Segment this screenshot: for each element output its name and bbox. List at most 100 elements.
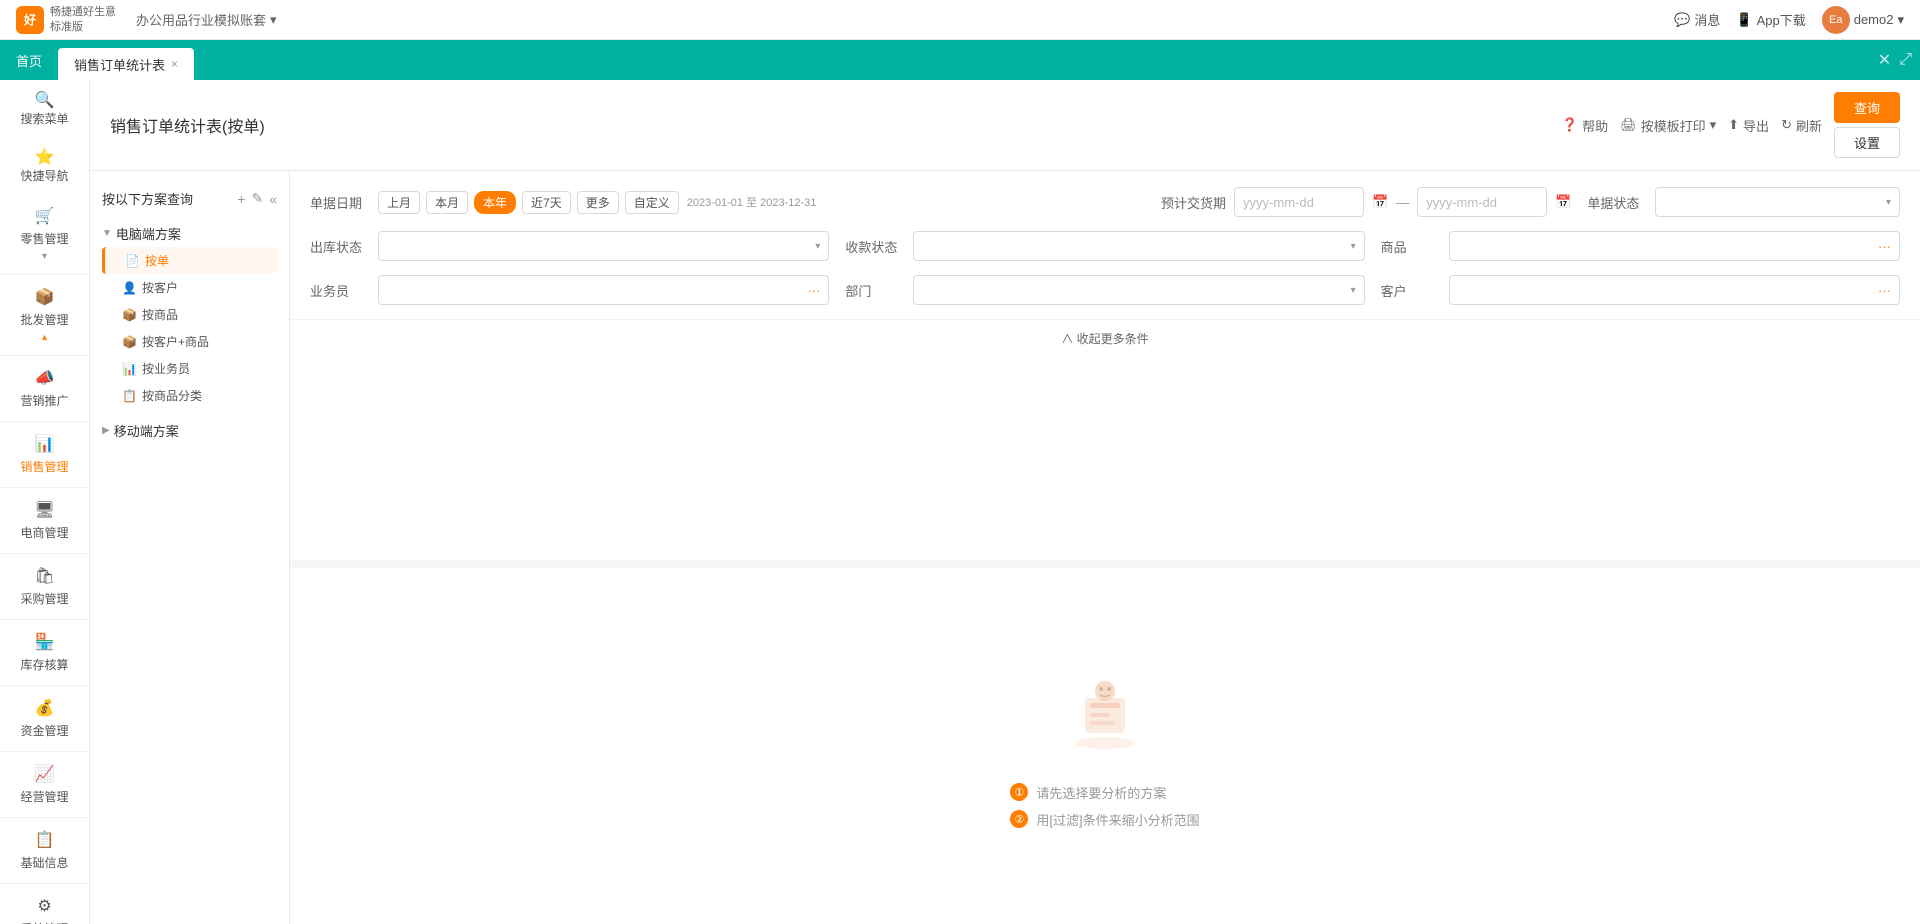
chevron-down-icon: ▾ [42, 251, 47, 262]
scheme-item-by-product[interactable]: 📦 按商品 [102, 301, 277, 328]
chevron-up-icon: ▴ [42, 332, 47, 343]
date-btn-this-month[interactable]: 本月 [426, 191, 468, 214]
tab-home[interactable]: 首页 [0, 40, 58, 80]
sidebar-item-ecommerce[interactable]: 🖥 电商管理 [0, 488, 89, 554]
date-btn-more[interactable]: 更多 [577, 191, 619, 214]
finance-icon: 💰 [35, 698, 55, 718]
sidebar-item-wholesale[interactable]: 📦 批发管理 ▴ [0, 275, 89, 356]
department-select[interactable]: ▾ [913, 275, 1364, 305]
expected-date-end-input[interactable] [1417, 187, 1547, 217]
customer-label: 客户 [1381, 281, 1441, 300]
sidebar-item-purchase[interactable]: 🛍 采购管理 [0, 554, 89, 620]
order-icon: 📄 [125, 254, 139, 268]
main-layout: 🔍 搜索菜单 ⭐ 快捷导航 🛒 零售管理 ▾ 📦 批发管理 ▴ 📣 营销推广 📊… [0, 80, 1920, 924]
customer-select[interactable]: ··· [1449, 275, 1900, 305]
out-status-select[interactable]: ▾ [378, 231, 829, 261]
export-icon: ⬆ [1728, 117, 1739, 133]
sidebar-item-system[interactable]: ⚙ 系统管理 [0, 884, 89, 924]
calendar-icon-2[interactable]: 📅 [1555, 194, 1571, 210]
date-btn-last-month[interactable]: 上月 [378, 191, 420, 214]
print-btn[interactable]: 🖨 按模板打印 ▾ [1620, 116, 1716, 135]
maximize-icon[interactable]: ⤢ [1899, 51, 1912, 69]
product-category-icon: 📋 [122, 389, 136, 403]
order-status-label: 单据状态 [1587, 193, 1647, 212]
page-header: 销售订单统计表(按单) ❓ 帮助 🖨 按模板打印 ▾ ⬆ 导出 ↻ 刷新 [90, 80, 1920, 171]
sidebar-item-basic[interactable]: 📋 基础信息 [0, 818, 89, 884]
export-btn[interactable]: ⬆ 导出 [1728, 116, 1769, 135]
filter-row-3: 业务员 ··· 部门 ▾ [310, 275, 1900, 305]
order-status-select[interactable]: ▾ [1655, 187, 1900, 217]
chevron-down-icon: ▾ [1351, 285, 1356, 296]
add-scheme-icon[interactable]: + [237, 191, 245, 207]
scheme-category-desktop-header[interactable]: ▼ 电脑端方案 [102, 220, 277, 247]
payment-status-label: 收款状态 [845, 237, 905, 256]
expected-date-label: 预计交货期 [1161, 193, 1226, 212]
sidebar-item-retail[interactable]: 🛒 零售管理 ▾ [0, 194, 89, 275]
salesperson-select[interactable]: ··· [378, 275, 829, 305]
payment-status-select[interactable]: ▾ [913, 231, 1364, 261]
inventory-icon: 🏪 [35, 632, 55, 652]
filter-row-2: 出库状态 ▾ 收款状态 ▾ [310, 231, 1900, 261]
product-label: 商品 [1381, 237, 1441, 256]
date-btn-custom[interactable]: 自定义 [625, 191, 679, 214]
scheme-category-mobile: ▶ 移动端方案 [90, 413, 289, 448]
hint-num-2: ② [1010, 810, 1028, 828]
topbar-right: 💬 消息 📱 App下载 Ea demo2 ▾ [1674, 6, 1904, 34]
sidebar-item-operations[interactable]: 📈 经营管理 [0, 752, 89, 818]
tab-close-icon[interactable]: × [171, 57, 178, 71]
scheme-item-by-product-category[interactable]: 📋 按商品分类 [102, 382, 277, 409]
expected-date-start-input[interactable] [1234, 187, 1364, 217]
order-status-filter: 单据状态 ▾ [1587, 187, 1900, 217]
scheme-category-mobile-header[interactable]: ▶ 移动端方案 [102, 417, 277, 444]
setting-button[interactable]: 设置 [1834, 127, 1900, 158]
chevron-down-icon: ▾ [1710, 117, 1717, 133]
topbar-left: 好 畅捷通好生意 标准版 办公用品行业模拟账套 ▾ [16, 5, 277, 34]
tabbar: 首页 销售订单统计表 × ✕ ⤢ [0, 40, 1920, 80]
product-select[interactable]: ··· [1449, 231, 1900, 261]
product-filter: 商品 ··· [1381, 231, 1900, 261]
query-button[interactable]: 查询 [1834, 92, 1900, 123]
quick-nav-btn[interactable]: ⭐ 快捷导航 [0, 137, 89, 194]
tab-sales-order[interactable]: 销售订单统计表 × [58, 48, 194, 80]
scheme-item-by-order[interactable]: 📄 按单 [102, 247, 277, 274]
minimize-icon[interactable]: ✕ [1878, 50, 1891, 70]
out-status-label: 出库状态 [310, 237, 370, 256]
collapse-scheme-icon[interactable]: « [269, 191, 277, 207]
sidebar-item-sales[interactable]: 📊 销售管理 [0, 422, 89, 488]
marketing-icon: 📣 [35, 368, 55, 388]
payment-status-filter: 收款状态 ▾ [845, 231, 1364, 261]
help-btn[interactable]: ❓ 帮助 [1562, 116, 1608, 135]
sidebar: 🔍 搜索菜单 ⭐ 快捷导航 🛒 零售管理 ▾ 📦 批发管理 ▴ 📣 营销推广 📊… [0, 80, 90, 924]
salesperson-filter: 业务员 ··· [310, 275, 829, 305]
scheme-header-actions: + ✎ « [237, 190, 277, 207]
message-btn[interactable]: 💬 消息 [1674, 10, 1720, 29]
refresh-btn[interactable]: ↻ 刷新 [1781, 116, 1822, 135]
calendar-icon[interactable]: 📅 [1372, 194, 1388, 210]
sidebar-item-marketing[interactable]: 📣 营销推广 [0, 356, 89, 422]
product-icon: 📦 [122, 308, 136, 322]
scheme-item-by-salesperson[interactable]: 📊 按业务员 [102, 355, 277, 382]
collapse-btn[interactable]: ∧ 收起更多条件 [290, 319, 1920, 357]
page-actions: ❓ 帮助 🖨 按模板打印 ▾ ⬆ 导出 ↻ 刷新 查询 [1562, 92, 1900, 158]
app-download-btn[interactable]: 📱 App下载 [1736, 10, 1805, 29]
chevron-down-icon: ▾ [815, 241, 820, 252]
help-icon: ❓ [1562, 117, 1578, 133]
basic-icon: 📋 [35, 830, 55, 850]
date-btn-last-7days[interactable]: 近7天 [522, 191, 571, 214]
date-btn-this-year[interactable]: 本年 [474, 191, 516, 214]
scheme-item-by-customer-product[interactable]: 📦 按客户+商品 [102, 328, 277, 355]
hint-num-1: ① [1010, 783, 1028, 801]
scheme-item-by-customer[interactable]: 👤 按客户 [102, 274, 277, 301]
search-menu-btn[interactable]: 🔍 搜索菜单 [0, 80, 89, 137]
empty-hint-1: ① 请先选择要分析的方案 [1010, 783, 1199, 802]
edit-scheme-icon[interactable]: ✎ [251, 190, 263, 207]
chevron-down-icon: ▾ [1351, 241, 1356, 252]
logo-icon: 好 [16, 6, 44, 34]
sidebar-item-inventory[interactable]: 🏪 库存核算 [0, 620, 89, 686]
app-selector[interactable]: 办公用品行业模拟账套 ▾ [136, 10, 277, 29]
user-menu[interactable]: Ea demo2 ▾ [1822, 6, 1904, 34]
scheme-category-desktop: ▼ 电脑端方案 📄 按单 👤 按客户 📦 [90, 216, 289, 413]
refresh-icon: ↻ [1781, 117, 1792, 133]
sidebar-item-finance[interactable]: 💰 资金管理 [0, 686, 89, 752]
customer-icon: 👤 [122, 281, 136, 295]
